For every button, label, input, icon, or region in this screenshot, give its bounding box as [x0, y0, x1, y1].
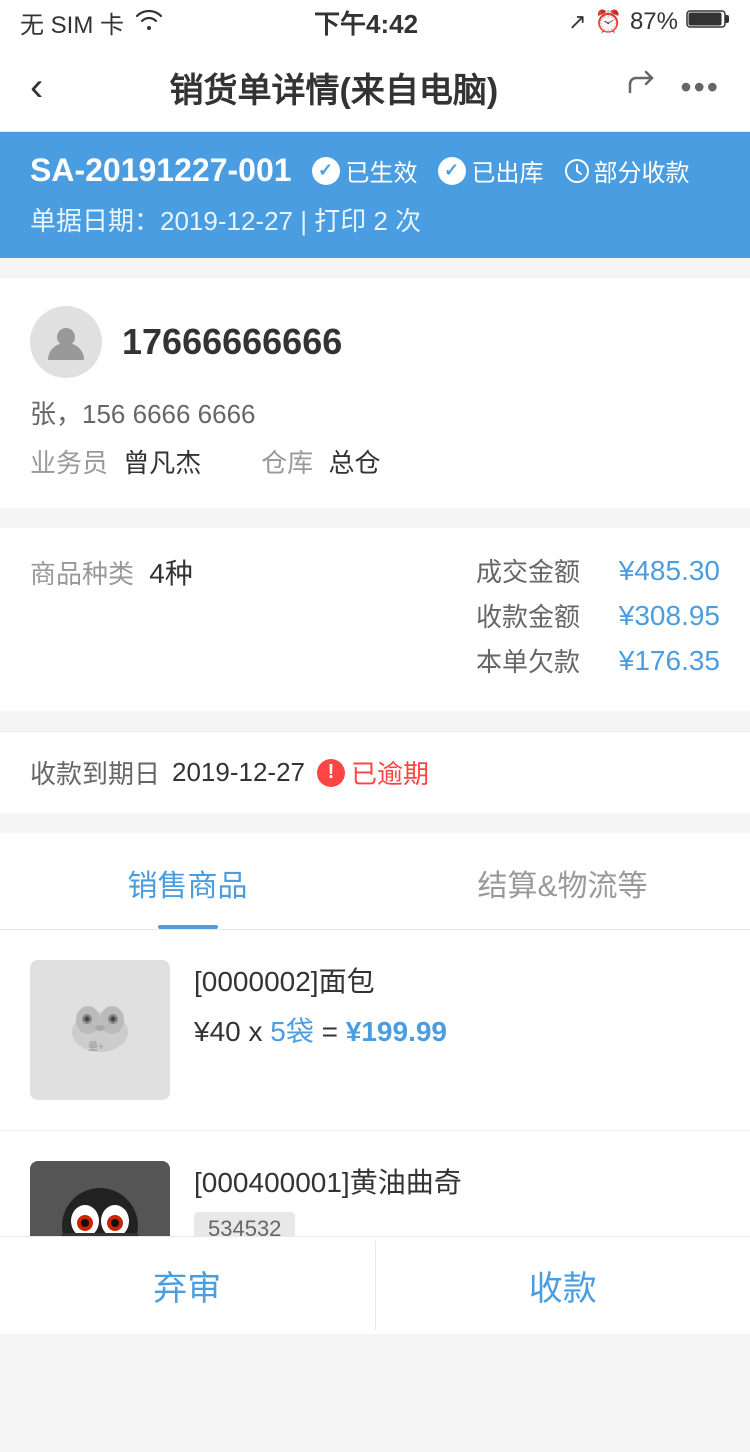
stats-right: 成交金额 ¥485.30 收款金额 ¥308.95 本单欠款 ¥176.35 — [476, 552, 720, 687]
wifi-icon — [134, 8, 164, 37]
product-name-1: [0000002]面包 — [194, 960, 720, 1000]
page-title: 销货单详情(来自电脑) — [170, 63, 499, 112]
alarm-icon: ⏰ — [595, 9, 622, 35]
salesperson-label: 业务员 — [30, 448, 108, 478]
avatar — [30, 306, 102, 378]
customer-name: 17666666666 — [122, 321, 342, 363]
salesperson-value: 曾凡杰 — [123, 448, 201, 478]
product-info-1: [0000002]面包 ¥40 x 5袋 = ¥199.99 — [194, 960, 720, 1050]
tab-sales-products[interactable]: 销售商品 — [0, 833, 375, 929]
overdue-badge: ! 已逾期 — [317, 754, 429, 791]
overdue-label: 已逾期 — [351, 754, 429, 791]
sim-label: 无 SIM 卡 — [20, 5, 124, 40]
share-icon[interactable] — [624, 68, 656, 108]
category-label: 商品种类 — [30, 559, 134, 589]
status-effective-label: 已生效 — [346, 153, 418, 188]
product-name-2: [000400001]黄油曲奇 — [194, 1161, 720, 1201]
location-icon: ↗ — [568, 9, 586, 35]
abandon-review-button[interactable]: 弃审 — [0, 1241, 376, 1330]
tabs-bar: 销售商品 结算&物流等 — [0, 833, 750, 930]
status-bar-left: 无 SIM 卡 — [20, 5, 164, 40]
debt-value: ¥176.35 — [600, 645, 720, 677]
salesperson-field: 业务员 曾凡杰 — [30, 443, 201, 480]
status-partial-label: 部分收款 — [594, 153, 690, 188]
due-date: 2019-12-27 — [172, 757, 305, 788]
svg-text:量+: 量+ — [88, 1041, 104, 1053]
check-icon-2: ✓ — [438, 157, 466, 185]
bottom-bar: 弃审 收款 — [0, 1236, 750, 1334]
battery-label: 87% — [630, 8, 678, 36]
customer-meta: 业务员 曾凡杰 仓库 总仓 — [30, 443, 720, 480]
check-icon-1: ✓ — [312, 157, 340, 185]
nav-actions: ••• — [624, 68, 720, 108]
more-icon[interactable]: ••• — [680, 69, 720, 106]
category-count: 4种 — [149, 558, 193, 589]
customer-info: 张，156 6666 6666 — [30, 394, 720, 431]
warehouse-field: 仓库 总仓 — [261, 443, 380, 480]
debt-label: 本单欠款 — [476, 642, 580, 679]
warehouse-value: 总仓 — [329, 448, 381, 478]
status-bar-right: ↗ ⏰ 87% — [568, 8, 730, 37]
debt-row: 本单欠款 ¥176.35 — [476, 642, 720, 679]
payment-label: 收款金额 — [476, 597, 580, 634]
payment-row: 收款金额 ¥308.95 — [476, 597, 720, 634]
status-shipped-label: 已出库 — [472, 153, 544, 188]
due-label: 收款到期日 — [30, 754, 160, 791]
status-bar: 无 SIM 卡 下午4:42 ↗ ⏰ 87% — [0, 0, 750, 44]
tab-settlement[interactable]: 结算&物流等 — [375, 833, 750, 929]
product-thumbnail-1: 量+ — [30, 960, 170, 1100]
nav-bar: ‹ 销货单详情(来自电脑) ••• — [0, 44, 750, 132]
customer-row: 17666666666 — [30, 306, 720, 378]
order-header: SA-20191227-001 ✓ 已生效 ✓ 已出库 部分收款 单据日期：20… — [0, 132, 750, 258]
table-row: 量+ [0000002]面包 ¥40 x 5袋 = ¥199.99 — [0, 930, 750, 1131]
collect-payment-button[interactable]: 收款 — [376, 1241, 750, 1330]
status-bar-time: 下午4:42 — [314, 4, 418, 41]
battery-icon — [686, 8, 730, 37]
stats-left: 商品种类 4种 — [30, 552, 193, 592]
deal-label: 成交金额 — [476, 552, 580, 589]
stats-section: 商品种类 4种 成交金额 ¥485.30 收款金额 ¥308.95 本单欠款 ¥… — [0, 528, 750, 711]
order-header-top: SA-20191227-001 ✓ 已生效 ✓ 已出库 部分收款 — [30, 152, 720, 189]
warehouse-label: 仓库 — [261, 448, 313, 478]
customer-section: 17666666666 张，156 6666 6666 业务员 曾凡杰 仓库 总… — [0, 278, 750, 508]
payment-value: ¥308.95 — [600, 600, 720, 632]
due-section: 收款到期日 2019-12-27 ! 已逾期 — [0, 731, 750, 813]
status-shipped: ✓ 已出库 — [438, 153, 544, 188]
status-partial: 部分收款 — [564, 153, 690, 188]
product-price-1: ¥40 x 5袋 = ¥199.99 — [194, 1010, 720, 1050]
order-id: SA-20191227-001 — [30, 152, 292, 189]
deal-value: ¥485.30 — [600, 555, 720, 587]
deal-row: 成交金额 ¥485.30 — [476, 552, 720, 589]
back-button[interactable]: ‹ — [30, 65, 43, 110]
overdue-icon: ! — [317, 759, 345, 787]
order-date: 单据日期：2019-12-27 | 打印 2 次 — [30, 201, 720, 238]
status-effective: ✓ 已生效 — [312, 153, 418, 188]
